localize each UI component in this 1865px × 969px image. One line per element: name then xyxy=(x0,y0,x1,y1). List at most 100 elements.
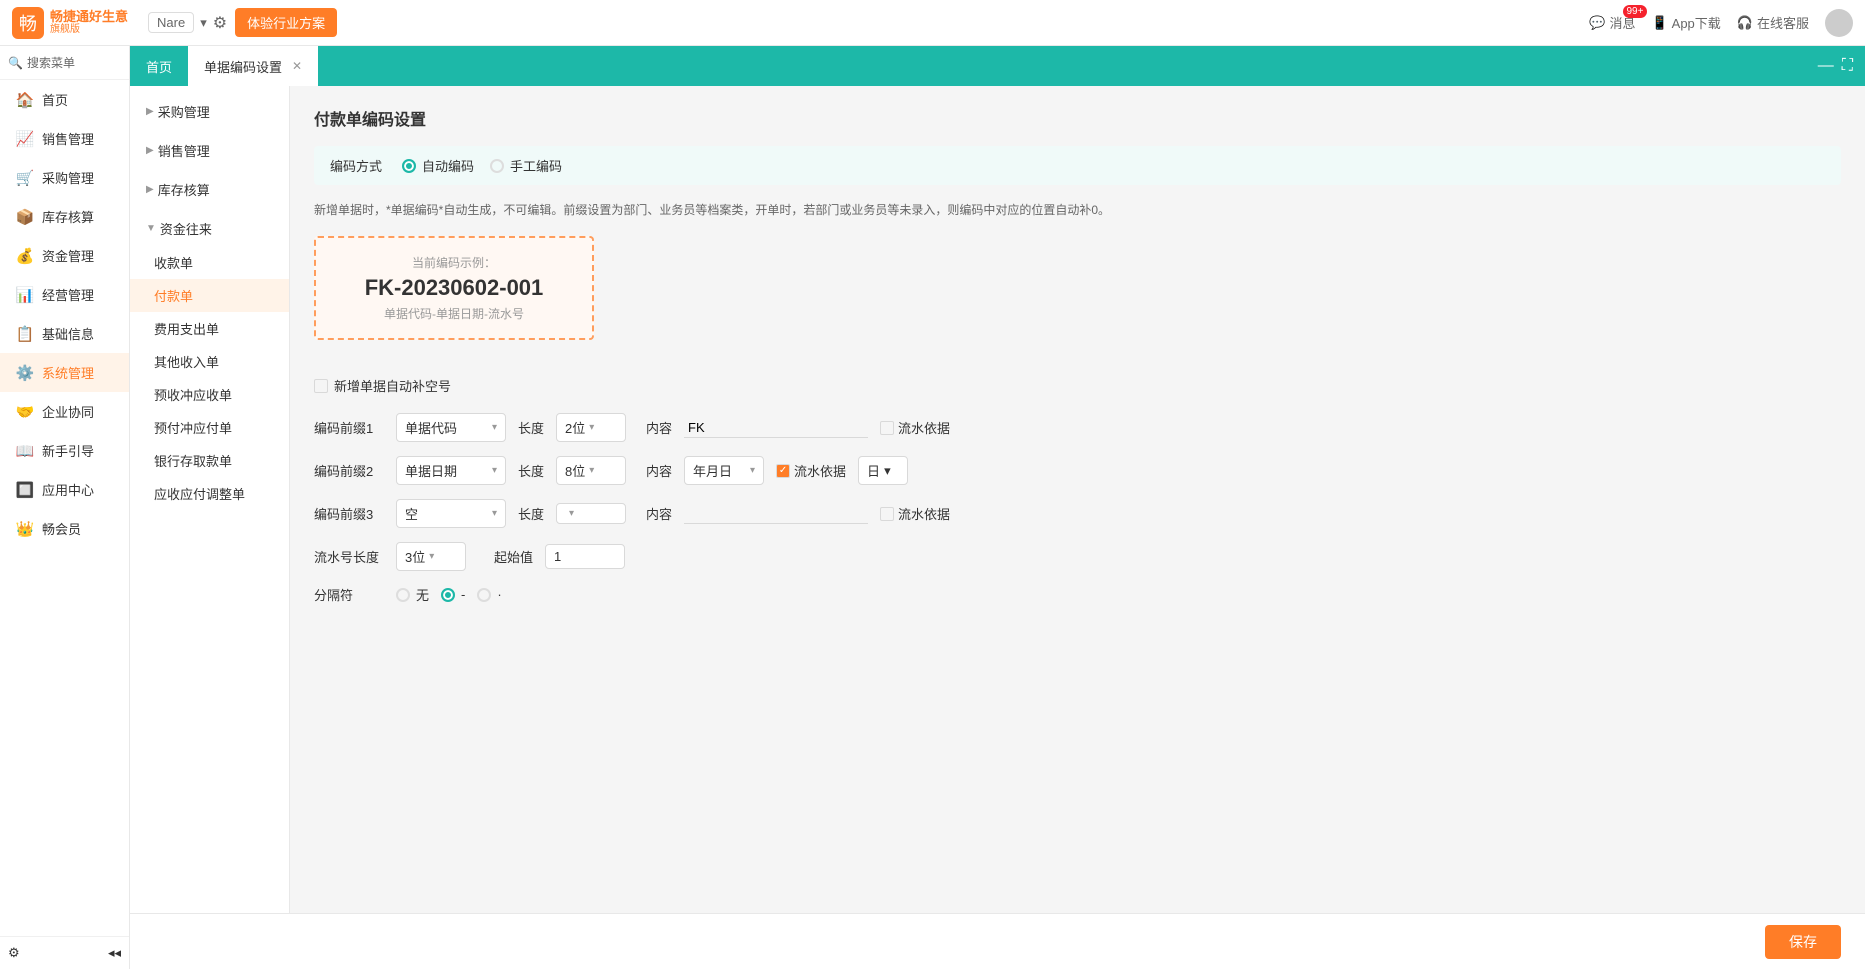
sidebar-label-sales: 销售管理 xyxy=(42,129,94,148)
field-row-2: 编码前缀2 单据日期 ▾ 长度 8位 ▾ 内容 年月日 ▾ xyxy=(314,456,1841,485)
field1-checkbox-label[interactable]: 流水依据 xyxy=(880,418,950,437)
radio-auto-label: 自动编码 xyxy=(422,156,474,175)
sub-menu-item-expense[interactable]: 费用支出单 xyxy=(130,312,289,345)
settings-gear-icon[interactable]: ⚙ xyxy=(8,945,20,961)
field1-length-select[interactable]: 2位 ▾ xyxy=(556,413,626,442)
field3-select-value: 空 xyxy=(405,504,418,523)
sub-menu-header-purchase[interactable]: ▶ 采购管理 xyxy=(130,94,289,129)
online-service-item[interactable]: 🎧 在线客服 xyxy=(1737,13,1809,32)
search-icon: 🔍 xyxy=(8,56,23,70)
field3-length-arrow: ▾ xyxy=(569,508,574,519)
field1-length-label: 长度 xyxy=(518,418,544,437)
sub-menu-header-capital[interactable]: ▼ 资金往来 xyxy=(130,211,289,246)
sidebar-item-system[interactable]: ⚙️ 系统管理 xyxy=(0,353,129,392)
separator-dot1[interactable]: - xyxy=(441,587,465,602)
field2-length-value: 8位 xyxy=(565,461,585,480)
field1-checkbox-text: 流水依据 xyxy=(898,418,950,437)
basic-icon: 📋 xyxy=(16,325,34,343)
field1-checkbox xyxy=(880,421,894,435)
sidebar-item-basic[interactable]: 📋 基础信息 xyxy=(0,314,129,353)
settings-icon[interactable]: ⚙ xyxy=(213,13,227,33)
field1-select[interactable]: 单据代码 ▾ xyxy=(396,413,506,442)
company-name[interactable]: Nare xyxy=(148,12,194,33)
field3-content-input[interactable] xyxy=(684,504,868,524)
field3-checkbox-label[interactable]: 流水依据 xyxy=(880,504,950,523)
field1-select-value: 单据代码 xyxy=(405,418,457,437)
field3-select[interactable]: 空 ▾ xyxy=(396,499,506,528)
start-value-label: 起始值 xyxy=(494,547,533,566)
serial-row: 流水号长度 3位 ▾ 起始值 xyxy=(314,542,1841,571)
sidebar-item-sales[interactable]: 📈 销售管理 xyxy=(0,119,129,158)
logo-area: 畅 畅捷通好生意 旗舰版 xyxy=(12,7,128,39)
sub-menu-header-sales[interactable]: ▶ 销售管理 xyxy=(130,133,289,168)
field2-length-select[interactable]: 8位 ▾ xyxy=(556,456,626,485)
sub-menu-item-adjustment[interactable]: 应收应付调整单 xyxy=(130,477,289,510)
sub-menu-label-purchase: 采购管理 xyxy=(158,102,210,121)
chevron-right-icon: ▶ xyxy=(146,106,154,117)
field2-content-value: 年月日 xyxy=(693,461,732,480)
sidebar-item-appcenter[interactable]: 🔲 应用中心 xyxy=(0,470,129,509)
page-title: 付款单编码设置 xyxy=(314,106,1841,130)
tab-home[interactable]: 首页 xyxy=(130,46,188,86)
sidebar-item-member[interactable]: 👑 畅会员 xyxy=(0,509,129,548)
auto-fill-label: 新增单据自动补空号 xyxy=(334,376,451,395)
sidebar-item-enterprise[interactable]: 🤝 企业协同 xyxy=(0,392,129,431)
field2-select[interactable]: 单据日期 ▾ xyxy=(396,456,506,485)
field2-length-label: 长度 xyxy=(518,461,544,480)
sub-menu-group-sales: ▶ 销售管理 xyxy=(130,133,289,168)
serial-length-select[interactable]: 3位 ▾ xyxy=(396,542,466,571)
logo-icon: 畅 xyxy=(12,7,44,39)
sub-menu-item-bank[interactable]: 银行存取款单 xyxy=(130,444,289,477)
home-icon: 🏠 xyxy=(16,91,34,109)
auto-fill-row: 新增单据自动补空号 xyxy=(314,376,1841,395)
field2-day-select[interactable]: 日 ▾ xyxy=(858,456,908,485)
sub-menu-item-receipt[interactable]: 收款单 xyxy=(130,246,289,279)
field3-length-select[interactable]: ▾ xyxy=(556,503,626,524)
field2-checkbox-text: 流水依据 xyxy=(794,461,846,480)
sidebar-item-finance[interactable]: 💰 资金管理 xyxy=(0,236,129,275)
start-value-input[interactable] xyxy=(545,544,625,569)
sidebar-item-purchase[interactable]: 🛒 采购管理 xyxy=(0,158,129,197)
sidebar-item-home[interactable]: 🏠 首页 xyxy=(0,80,129,119)
top-bar-left: 畅 畅捷通好生意 旗舰版 Nare ▾ ⚙ 体验行业方案 xyxy=(12,7,337,39)
sidebar-item-guide[interactable]: 📖 新手引导 xyxy=(0,431,129,470)
sub-menu-item-pre-payment[interactable]: 预付冲应付单 xyxy=(130,411,289,444)
tab-encoding-settings[interactable]: 单据编码设置 ✕ xyxy=(188,46,318,86)
sidebar-label-appcenter: 应用中心 xyxy=(42,480,94,499)
field2-checkbox-label[interactable]: ✓ 流水依据 xyxy=(776,461,846,480)
separator-dot2[interactable]: · xyxy=(477,587,501,602)
tab-maximize-icon[interactable]: ⛶ xyxy=(1842,57,1853,75)
logo-sub: 旗舰版 xyxy=(50,24,128,36)
radio-auto[interactable]: 自动编码 xyxy=(402,156,474,175)
field1-content-input[interactable] xyxy=(684,418,868,438)
tab-minimize-icon[interactable]: — xyxy=(1818,57,1834,75)
field2-label: 编码前缀2 xyxy=(314,461,384,480)
auto-fill-checkbox[interactable] xyxy=(314,379,328,393)
sidebar-search[interactable]: 🔍 搜索菜单 xyxy=(0,46,129,80)
sub-menu-item-other-income[interactable]: 其他收入单 xyxy=(130,345,289,378)
message-item[interactable]: 💬 消息 99+ xyxy=(1589,13,1635,32)
sub-menu-item-pre-receipt[interactable]: 预收冲应收单 xyxy=(130,378,289,411)
user-avatar[interactable] xyxy=(1825,9,1853,37)
message-badge: 99+ xyxy=(1623,5,1648,18)
chevron-down-icon-cap: ▼ xyxy=(146,223,156,234)
search-label: 搜索菜单 xyxy=(27,54,75,71)
sub-menu-header-inventory[interactable]: ▶ 库存核算 xyxy=(130,172,289,207)
encoding-method-row: 编码方式 自动编码 手工编码 xyxy=(314,146,1841,185)
sidebar-item-management[interactable]: 📊 经营管理 xyxy=(0,275,129,314)
company-dropdown-arrow[interactable]: ▾ xyxy=(200,15,207,31)
sub-menu-item-payment[interactable]: 付款单 xyxy=(130,279,289,312)
encoding-label: 编码方式 xyxy=(330,156,382,175)
field2-day-arrow: ▾ xyxy=(884,463,891,479)
field2-content-select[interactable]: 年月日 ▾ xyxy=(684,456,764,485)
separator-none[interactable]: 无 xyxy=(396,585,429,604)
save-button[interactable]: 保存 xyxy=(1765,925,1841,959)
app-download-label: App下载 xyxy=(1672,13,1721,32)
trial-button[interactable]: 体验行业方案 xyxy=(235,8,337,37)
sidebar-item-inventory[interactable]: 📦 库存核算 xyxy=(0,197,129,236)
app-download-item[interactable]: 📱 App下载 xyxy=(1651,13,1720,32)
headset-icon: 🎧 xyxy=(1737,15,1753,31)
sidebar-collapse-icon[interactable]: ◂◂ xyxy=(108,945,121,961)
tab-close-icon[interactable]: ✕ xyxy=(292,59,302,73)
radio-manual[interactable]: 手工编码 xyxy=(490,156,562,175)
